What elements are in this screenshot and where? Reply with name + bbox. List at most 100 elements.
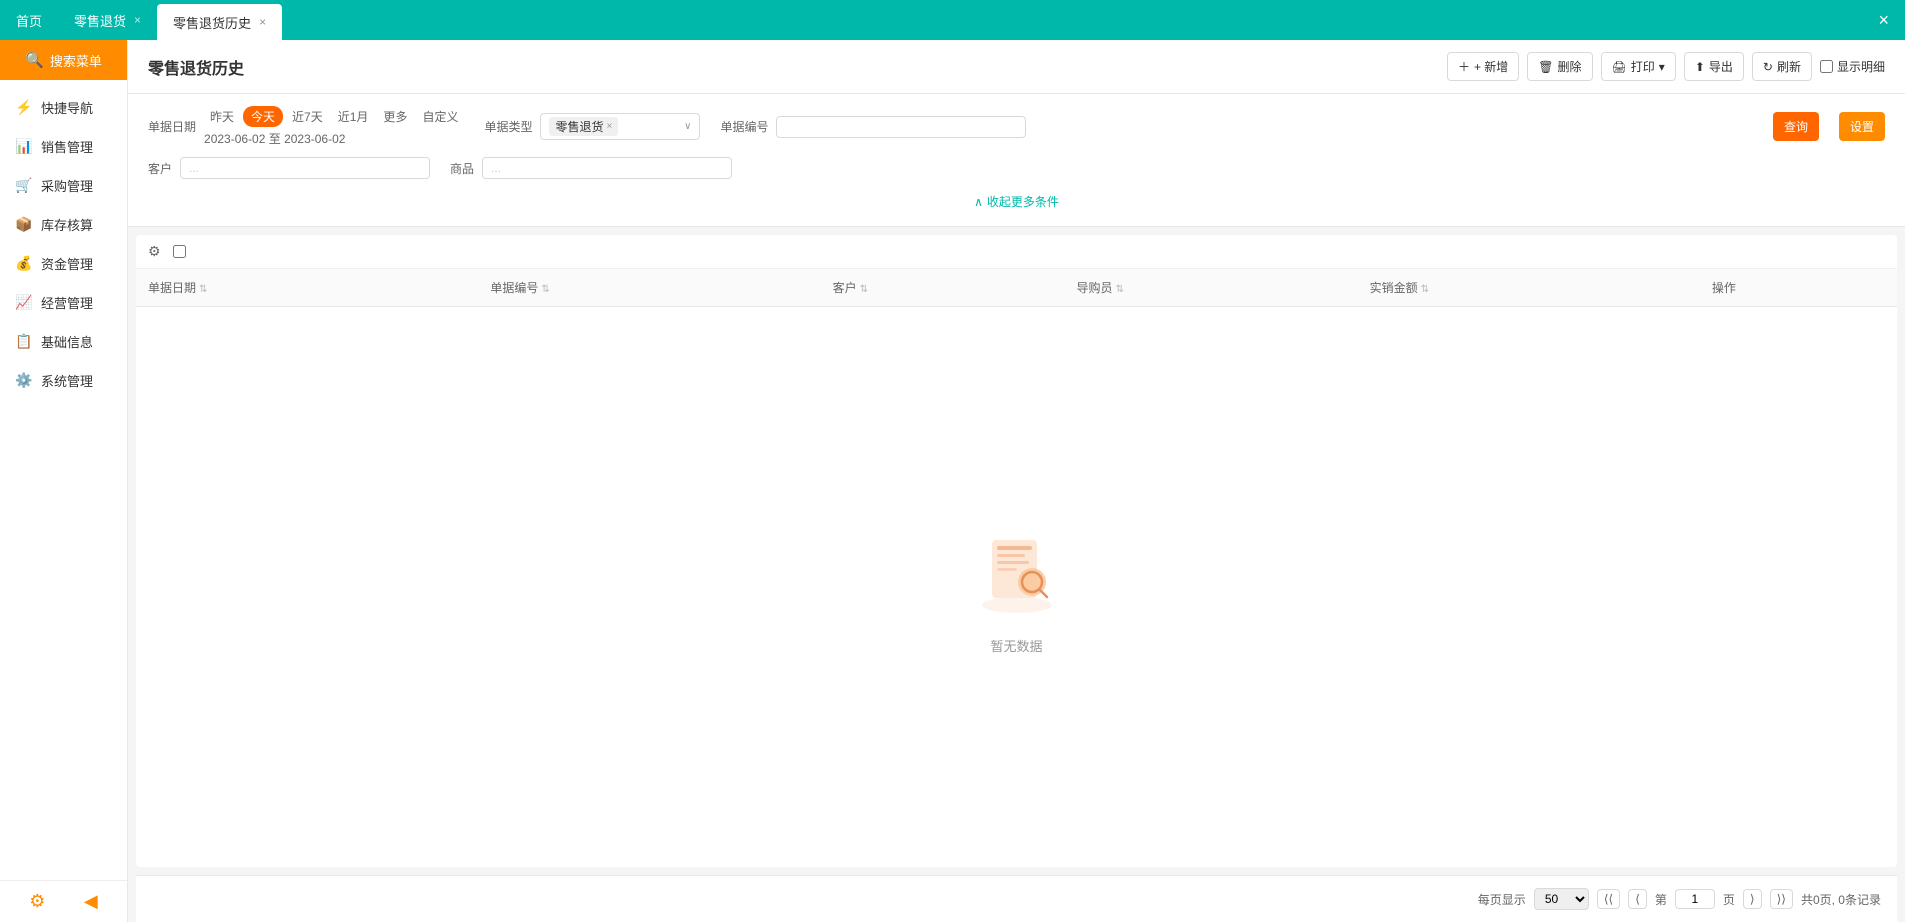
print-dropdown-icon: ▾ [1659, 60, 1665, 74]
page-size-label: 每页显示 [1478, 891, 1526, 908]
doc-type-select[interactable]: 零售退货 × ∨ [540, 113, 700, 140]
date-shortcut-yesterday[interactable]: 昨天 [204, 106, 240, 127]
col-label-operation: 操作 [1712, 281, 1736, 295]
goods-label: 商品 [450, 160, 474, 177]
sidebar-item-operations[interactable]: 📈 经营管理 [0, 283, 127, 322]
date-shortcut-today[interactable]: 今天 [243, 106, 283, 127]
doc-number-filter: 单据编号 [720, 116, 1026, 138]
sidebar-item-system-mgmt[interactable]: ⚙️ 系统管理 [0, 361, 127, 400]
page-number-input[interactable] [1675, 889, 1715, 909]
settings-footer-btn[interactable]: ⚙ [29, 891, 45, 912]
tab-home[interactable]: 首页 [0, 0, 58, 40]
page-label: 第 [1655, 891, 1667, 908]
doc-number-input[interactable] [776, 116, 1026, 138]
search-menu-button[interactable]: 🔍 搜索菜单 [0, 40, 127, 80]
system-mgmt-icon: ⚙️ [15, 372, 33, 390]
first-page-button[interactable]: ⟨⟨ [1597, 889, 1620, 909]
quick-nav-icon: ⚡ [15, 99, 33, 117]
filter-area: 单据日期 昨天今天近7天近1月更多自定义2023-06-02 至 2023-06… [128, 94, 1905, 227]
empty-text: 暂无数据 [990, 636, 1042, 655]
sidebar-item-quick-nav[interactable]: ⚡ 快捷导航 [0, 88, 127, 127]
tab-list: 首页零售退货×零售退货历史× [0, 0, 1862, 40]
sidebar-item-basic-info[interactable]: 📋 基础信息 [0, 322, 127, 361]
sidebar-item-label-operations: 经营管理 [41, 293, 93, 312]
date-shortcut-last1month[interactable]: 近1月 [332, 106, 375, 127]
date-shortcut-last7[interactable]: 近7天 [286, 106, 329, 127]
goods-select[interactable]: ... [482, 157, 732, 179]
page-title: 零售退货历史 [148, 55, 244, 79]
prev-page-button[interactable]: ⟨ [1628, 889, 1647, 909]
sidebar-item-sales-mgmt[interactable]: 📊 销售管理 [0, 127, 127, 166]
search-menu-label: 搜索菜单 [50, 51, 102, 70]
refresh-icon: ↻ [1763, 60, 1773, 74]
pagination: 每页显示 50 10 20 100 ⟨⟨ ⟨ 第 页 ⟩ ⟩⟩ 共0页, 0条记… [136, 875, 1897, 922]
collapse-filter-button[interactable]: ∧ 收起更多条件 [962, 189, 1071, 214]
sidebar-item-label-system-mgmt: 系统管理 [41, 371, 93, 390]
sidebar-item-label-finance: 资金管理 [41, 254, 93, 273]
doc-number-label: 单据编号 [720, 118, 768, 135]
table-settings-icon[interactable]: ⚙ [148, 243, 161, 260]
th-doc-date[interactable]: 单据日期⇅ [136, 269, 478, 307]
col-label-customer: 客户 [833, 281, 857, 295]
goods-filter: 商品 ... [450, 157, 732, 179]
refresh-button[interactable]: ↻ 刷新 [1752, 52, 1812, 81]
sidebar-item-label-basic-info: 基础信息 [41, 332, 93, 351]
date-shortcut-more[interactable]: 更多 [377, 106, 413, 127]
customer-select[interactable]: ... [180, 157, 430, 179]
sidebar: 🔍 搜索菜单 ⚡ 快捷导航 📊 销售管理 🛒 采购管理 📦 库存核算 💰 资金管… [0, 40, 128, 922]
th-actual-amount[interactable]: 实销金额⇅ [1358, 269, 1700, 307]
tab-retail-return-history[interactable]: 零售退货历史× [157, 4, 282, 40]
sort-icon-customer: ⇅ [860, 284, 868, 295]
sidebar-item-inventory[interactable]: 📦 库存核算 [0, 205, 127, 244]
settings-button[interactable]: 设置 [1839, 112, 1885, 141]
th-customer[interactable]: 客户⇅ [821, 269, 1065, 307]
doc-type-arrow: ∨ [684, 121, 691, 132]
export-button[interactable]: ⬆ 导出 [1684, 52, 1744, 81]
content-area: 零售退货历史 ＋ + 新增 🗑 删除 🖨 打印 ▾ ⬆ 导出 [128, 40, 1905, 922]
doc-type-filter: 单据类型 零售退货 × ∨ [484, 113, 700, 140]
page-header: 零售退货历史 ＋ + 新增 🗑 删除 🖨 打印 ▾ ⬆ 导出 [128, 40, 1905, 94]
date-shortcut-custom[interactable]: 自定义 [416, 106, 464, 127]
main-layout: 🔍 搜索菜单 ⚡ 快捷导航 📊 销售管理 🛒 采购管理 📦 库存核算 💰 资金管… [0, 40, 1905, 922]
filter-row-1: 单据日期 昨天今天近7天近1月更多自定义2023-06-02 至 2023-06… [148, 106, 1885, 147]
sidebar-item-label-purchase-mgmt: 采购管理 [41, 176, 93, 195]
print-button[interactable]: 🖨 打印 ▾ [1601, 52, 1676, 81]
sidebar-item-purchase-mgmt[interactable]: 🛒 采购管理 [0, 166, 127, 205]
window-close-button[interactable]: × [1862, 10, 1905, 31]
col-label-doc-date: 单据日期 [148, 281, 196, 295]
collapse-sidebar-btn[interactable]: ◀ [84, 891, 98, 912]
sales-mgmt-icon: 📊 [15, 138, 33, 156]
add-button[interactable]: ＋ + 新增 [1447, 52, 1519, 81]
th-doc-number[interactable]: 单据编号⇅ [478, 269, 820, 307]
basic-info-icon: 📋 [15, 333, 33, 351]
empty-state: 暂无数据 [136, 307, 1897, 867]
top-bar: 首页零售退货×零售退货历史× × [0, 0, 1905, 40]
th-guide[interactable]: 导购员⇅ [1064, 269, 1357, 307]
collapse-icon: ∧ [974, 195, 983, 209]
export-icon: ⬆ [1695, 60, 1705, 74]
show-detail-checkbox-label[interactable]: 显示明细 [1820, 58, 1885, 75]
date-filter: 单据日期 昨天今天近7天近1月更多自定义2023-06-02 至 2023-06… [148, 106, 464, 147]
col-label-actual-amount: 实销金额 [1370, 281, 1418, 295]
date-shortcuts: 昨天今天近7天近1月更多自定义2023-06-02 至 2023-06-02 [204, 106, 464, 147]
page-size-select[interactable]: 50 10 20 100 [1534, 888, 1589, 910]
add-icon: ＋ [1458, 58, 1470, 75]
purchase-mgmt-icon: 🛒 [15, 177, 33, 195]
select-all-checkbox[interactable] [173, 245, 186, 258]
delete-button[interactable]: 🗑 删除 [1527, 52, 1592, 81]
doc-type-tag: 零售退货 × [549, 117, 618, 136]
tab-close-retail-return-history[interactable]: × [259, 15, 266, 29]
sidebar-item-finance[interactable]: 💰 资金管理 [0, 244, 127, 283]
query-button[interactable]: 查询 [1773, 112, 1819, 141]
operations-icon: 📈 [15, 294, 33, 312]
col-label-guide: 导购员 [1076, 281, 1112, 295]
filter-row-2: 客户 ... 商品 ... [148, 157, 1885, 179]
show-detail-checkbox[interactable] [1820, 60, 1833, 73]
inventory-icon: 📦 [15, 216, 33, 234]
doc-type-tag-close[interactable]: × [606, 121, 612, 132]
tab-close-retail-return[interactable]: × [134, 13, 141, 27]
next-page-button[interactable]: ⟩ [1743, 889, 1762, 909]
col-label-doc-number: 单据编号 [490, 281, 538, 295]
tab-retail-return[interactable]: 零售退货× [58, 0, 157, 40]
last-page-button[interactable]: ⟩⟩ [1770, 889, 1793, 909]
